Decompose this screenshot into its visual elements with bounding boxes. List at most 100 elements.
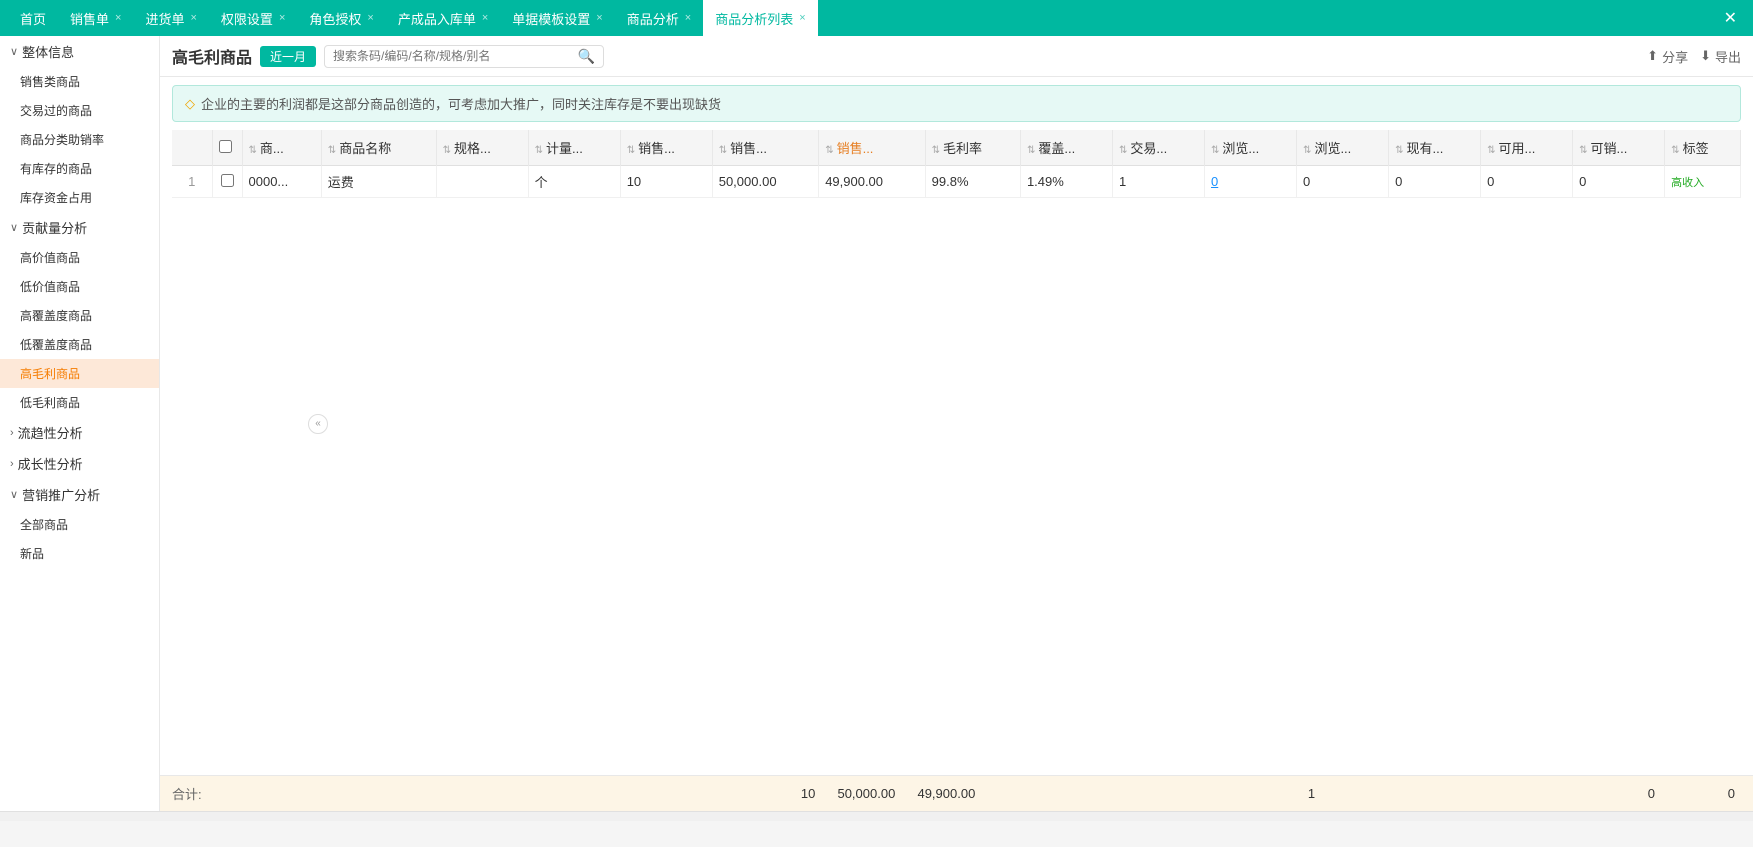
nav-purchase-order[interactable]: 进货单 × (133, 0, 208, 36)
nav-permission-settings[interactable]: 权限设置 × (209, 0, 297, 36)
cell-sales-amt: 50,000.00 (712, 166, 818, 198)
cell-browse1[interactable]: 0 (1205, 166, 1297, 198)
th-name[interactable]: ⇅商品名称 (321, 130, 436, 166)
sidebar-item-new-goods[interactable]: 新品 (0, 539, 159, 568)
cell-sales-qty: 10 (620, 166, 712, 198)
sidebar-item-traded-goods[interactable]: 交易过的商品 (0, 96, 159, 125)
cell-sales-amt2: 49,900.00 (819, 166, 925, 198)
nav-role-auth[interactable]: 角色授权 × (297, 0, 385, 36)
nav-template-settings[interactable]: 单据模板设置 × (500, 0, 614, 36)
cell-checkbox[interactable] (212, 166, 242, 198)
nav-sales-order[interactable]: 销售单 × (58, 0, 133, 36)
sidebar-item-low-margin[interactable]: 低毛利商品 (0, 388, 159, 417)
sidebar-item-high-margin[interactable]: 高毛利商品 (0, 359, 159, 388)
cell-name: 运费 (321, 166, 436, 198)
browse1-link[interactable]: 0 (1211, 174, 1218, 189)
cell-tag: 高收入 (1665, 166, 1741, 198)
footer-sales-amt: 50,000.00 (821, 786, 901, 801)
close-purchase-order[interactable]: × (190, 12, 196, 24)
sidebar-item-sales-goods[interactable]: 销售类商品 (0, 67, 159, 96)
sidebar-item-high-value[interactable]: 高价值商品 (0, 243, 159, 272)
arrow-contribution: ∨ (10, 221, 18, 234)
close-role-auth[interactable]: × (367, 12, 373, 24)
sidebar-group-trend[interactable]: › 流趋性分析 (0, 417, 159, 448)
table-row[interactable]: 1 0000... 运费 个 10 50,000.00 49,900.00 99… (172, 166, 1741, 198)
nav-home[interactable]: 首页 (8, 0, 58, 36)
th-unit[interactable]: ⇅计量... (528, 130, 620, 166)
header-actions: ⬆ 分享 ⬇ 导出 (1647, 47, 1741, 66)
horizontal-scrollbar[interactable] (0, 811, 1753, 821)
arrow-marketing: ∨ (10, 488, 18, 501)
close-sales-order[interactable]: × (115, 12, 121, 24)
table-header-row: ⇅商... ⇅商品名称 ⇅规格... ⇅计量... ⇅销售... ⇅销售... … (172, 130, 1741, 166)
footer-transactions: 1 (1241, 786, 1321, 801)
th-tag[interactable]: ⇅标签 (1665, 130, 1741, 166)
close-product-analysis[interactable]: × (685, 12, 691, 24)
row-checkbox[interactable] (221, 174, 234, 187)
footer-stock: 0 (1581, 786, 1661, 801)
sidebar-item-high-coverage[interactable]: 高覆盖度商品 (0, 301, 159, 330)
search-input[interactable] (333, 49, 578, 63)
cell-spec (436, 166, 528, 198)
close-permission-settings[interactable]: × (279, 12, 285, 24)
close-product-analysis-list[interactable]: × (799, 12, 805, 24)
sidebar-group-overall[interactable]: ∨ 整体信息 (0, 36, 159, 67)
cell-stock: 0 (1389, 166, 1481, 198)
th-sales-amt[interactable]: ⇅销售... (712, 130, 818, 166)
sidebar-group-trend-label: 流趋性分析 (18, 423, 83, 442)
nav-product-analysis[interactable]: 商品分析 × (615, 0, 703, 36)
select-all-checkbox[interactable] (219, 140, 232, 153)
table-container[interactable]: ⇅商... ⇅商品名称 ⇅规格... ⇅计量... ⇅销售... ⇅销售... … (160, 130, 1753, 775)
sidebar-group-marketing[interactable]: ∨ 营销推广分析 (0, 479, 159, 510)
th-available[interactable]: ⇅可用... (1481, 130, 1573, 166)
sidebar-item-stock-capital[interactable]: 库存资金占用 (0, 183, 159, 212)
th-browse1[interactable]: ⇅浏览... (1205, 130, 1297, 166)
arrow-trend: › (10, 427, 14, 439)
close-product-inbound[interactable]: × (482, 12, 488, 24)
th-sales-amt2[interactable]: ⇅销售... (819, 130, 925, 166)
nav-product-inbound[interactable]: 产成品入库单 × (386, 0, 500, 36)
th-sellable[interactable]: ⇅可销... (1573, 130, 1665, 166)
sidebar-group-contribution[interactable]: ∨ 贡献量分析 (0, 212, 159, 243)
page-title: 高毛利商品 (172, 44, 252, 68)
search-button[interactable]: 🔍 (578, 48, 595, 65)
sidebar-group-overall-label: 整体信息 (22, 42, 74, 61)
app-close-icon[interactable]: ✕ (1716, 8, 1745, 28)
sidebar-group-growth-label: 成长性分析 (18, 454, 83, 473)
share-icon: ⬆ (1647, 48, 1658, 64)
cell-sellable: 0 (1573, 166, 1665, 198)
search-box: 🔍 (324, 45, 604, 68)
info-icon: ◇ (185, 96, 195, 112)
share-button[interactable]: ⬆ 分享 (1647, 47, 1688, 66)
th-checkbox[interactable] (212, 130, 242, 166)
time-filter-button[interactable]: 近一月 (260, 46, 316, 67)
th-browse2[interactable]: ⇅浏览... (1297, 130, 1389, 166)
th-sales-qty[interactable]: ⇅销售... (620, 130, 712, 166)
info-banner: ◇ 企业的主要的利润都是这部分商品创造的，可考虑加大推广，同时关注库存是不要出现… (172, 85, 1741, 122)
arrow-growth: › (10, 458, 14, 470)
sidebar-item-low-coverage[interactable]: 低覆盖度商品 (0, 330, 159, 359)
sidebar-group-marketing-label: 营销推广分析 (22, 485, 100, 504)
th-code[interactable]: ⇅商... (242, 130, 321, 166)
table-footer: 合计: 10 50,000.00 49,900.00 1 0 0 (160, 775, 1753, 811)
th-coverage[interactable]: ⇅覆盖... (1020, 130, 1112, 166)
footer-sales-amt2: 49,900.00 (901, 786, 981, 801)
th-spec[interactable]: ⇅规格... (436, 130, 528, 166)
th-stock[interactable]: ⇅现有... (1389, 130, 1481, 166)
sidebar-item-all-goods[interactable]: 全部商品 (0, 510, 159, 539)
th-transactions[interactable]: ⇅交易... (1112, 130, 1204, 166)
sidebar-item-category-rate[interactable]: 商品分类助销率 (0, 125, 159, 154)
sidebar-item-in-stock-goods[interactable]: 有库存的商品 (0, 154, 159, 183)
sidebar-item-low-value[interactable]: 低价值商品 (0, 272, 159, 301)
nav-right: ✕ (1716, 8, 1745, 28)
close-template-settings[interactable]: × (596, 12, 602, 24)
footer-sales-qty: 10 (741, 786, 821, 801)
data-table: ⇅商... ⇅商品名称 ⇅规格... ⇅计量... ⇅销售... ⇅销售... … (172, 130, 1741, 198)
nav-product-analysis-list[interactable]: 商品分析列表 × (703, 0, 817, 36)
info-text: 企业的主要的利润都是这部分商品创造的，可考虑加大推广，同时关注库存是不要出现缺货 (201, 94, 721, 113)
export-button[interactable]: ⬇ 导出 (1700, 47, 1741, 66)
sidebar-collapse-button[interactable]: « (308, 414, 328, 434)
footer-label: 合计: (172, 784, 202, 803)
th-gross-rate[interactable]: ⇅毛利率 (925, 130, 1020, 166)
sidebar-group-growth[interactable]: › 成长性分析 (0, 448, 159, 479)
